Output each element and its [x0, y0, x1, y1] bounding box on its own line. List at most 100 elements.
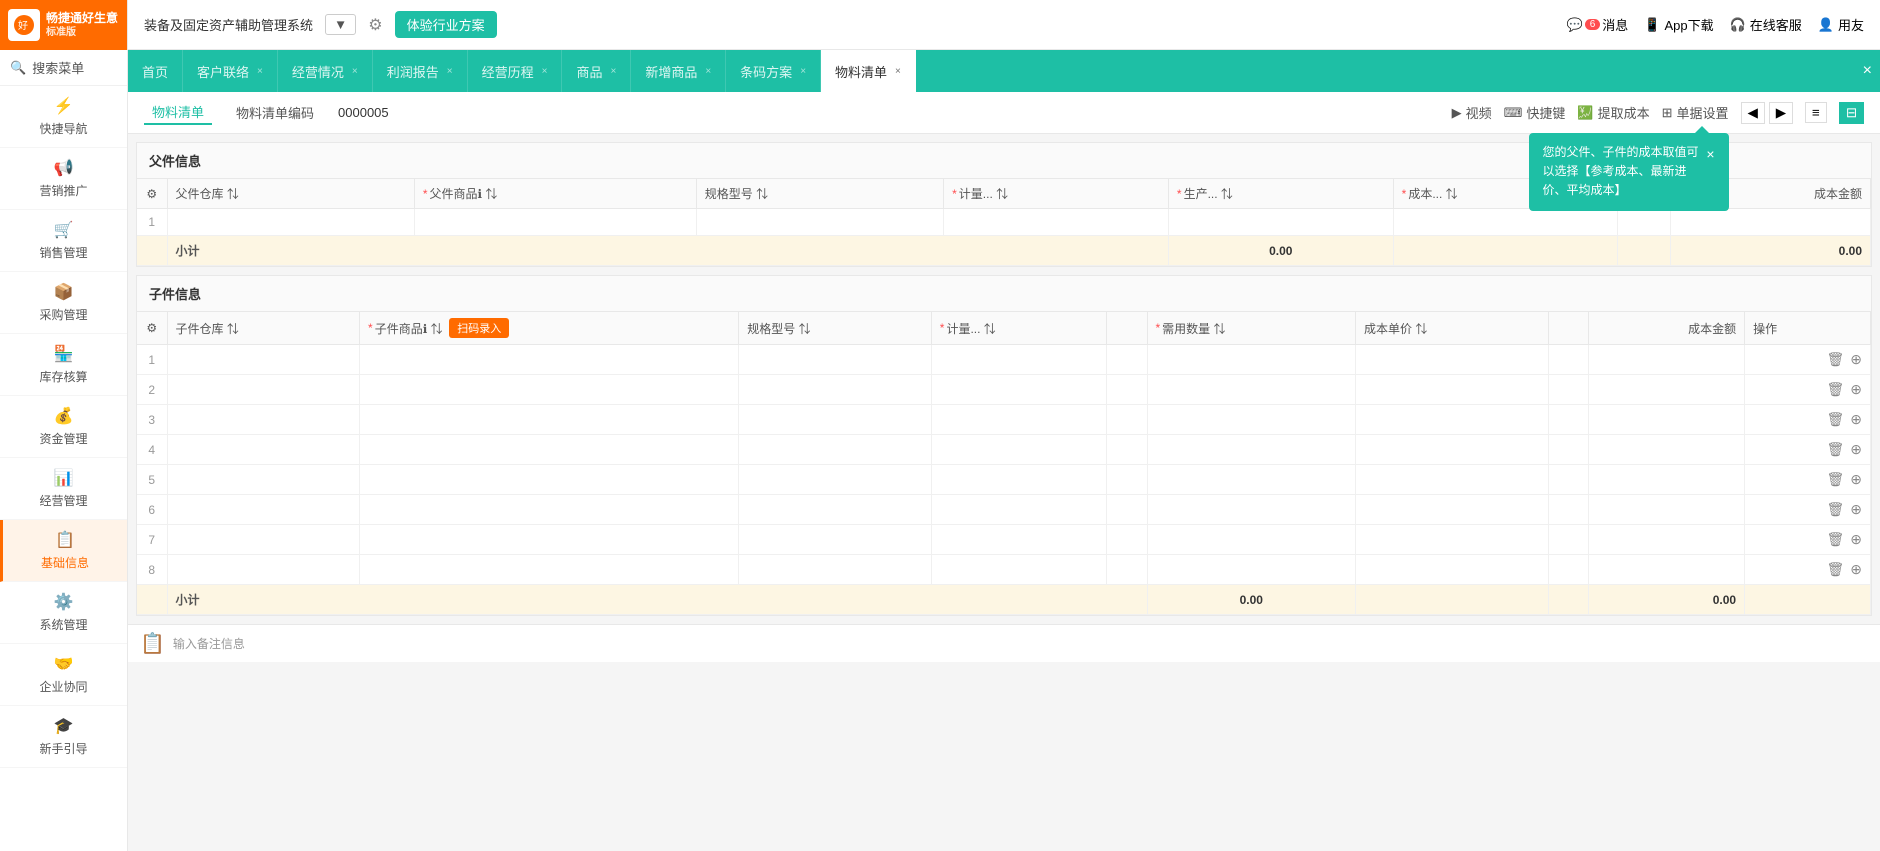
- sidebar-item-marketing[interactable]: 📢 营销推广: [0, 148, 127, 210]
- prev-btn[interactable]: ◀: [1741, 102, 1765, 124]
- copy-row-3-btn[interactable]: ⊕: [1850, 411, 1862, 428]
- child-row-8-unit[interactable]: [931, 555, 1106, 585]
- next-btn[interactable]: ▶: [1769, 102, 1793, 124]
- subheader-tab2[interactable]: 物料清单编码: [228, 101, 322, 124]
- sidebar-item-collab[interactable]: 🤝 企业协同: [0, 644, 127, 706]
- child-row-3-warehouse[interactable]: [167, 405, 360, 435]
- message-btn[interactable]: 💬 6 消息: [1567, 15, 1629, 34]
- child-row-4-spec[interactable]: [739, 435, 932, 465]
- child-row-4-qty[interactable]: [1147, 435, 1356, 465]
- sidebar-item-basicinfo[interactable]: 📋 基础信息: [0, 520, 127, 582]
- sidebar-item-stock[interactable]: 🏪 库存核算: [0, 334, 127, 396]
- user-menu-btn[interactable]: 👤 用友: [1818, 15, 1864, 34]
- child-row-6-qty[interactable]: [1147, 495, 1356, 525]
- child-row-6-unit-cost[interactable]: [1356, 495, 1549, 525]
- delete-row-6-btn[interactable]: 🗑: [1826, 501, 1844, 518]
- child-row-7-warehouse[interactable]: [167, 525, 360, 555]
- tab-operations[interactable]: 经营情况 ×: [278, 50, 373, 92]
- child-row-1-warehouse[interactable]: [167, 345, 360, 375]
- child-row-7-product[interactable]: [360, 525, 739, 555]
- tab-goods[interactable]: 商品 ×: [562, 50, 631, 92]
- sidebar-search[interactable]: 🔍 搜索菜单: [0, 50, 127, 86]
- child-row-8-qty[interactable]: [1147, 555, 1356, 585]
- child-row-8-warehouse[interactable]: [167, 555, 360, 585]
- shortcut-btn[interactable]: ⌨ 快捷键: [1504, 103, 1566, 122]
- sidebar-item-system[interactable]: ⚙️ 系统管理: [0, 582, 127, 644]
- tab-profit-close[interactable]: ×: [447, 66, 453, 77]
- child-row-5-unit[interactable]: [931, 465, 1106, 495]
- sidebar-item-purchase[interactable]: 📦 采购管理: [0, 272, 127, 334]
- app-download-btn[interactable]: 📱 App下载: [1644, 15, 1713, 34]
- child-row-4-product[interactable]: [360, 435, 739, 465]
- delete-row-7-btn[interactable]: 🗑: [1826, 531, 1844, 548]
- tab-operations-close[interactable]: ×: [352, 66, 358, 77]
- tabs-more-btn[interactable]: ×: [1855, 62, 1880, 80]
- copy-row-1-btn[interactable]: ⊕: [1850, 351, 1862, 368]
- child-row-1-unit-cost[interactable]: [1356, 345, 1549, 375]
- child-row-2-product[interactable]: [360, 375, 739, 405]
- sort-child-qty[interactable]: *需用数量 ⇅: [1156, 320, 1226, 337]
- delete-row-5-btn[interactable]: 🗑: [1826, 471, 1844, 488]
- dropdown-btn[interactable]: ▼: [325, 14, 356, 35]
- subheader-tab1[interactable]: 物料清单: [144, 100, 212, 125]
- sidebar-item-operations[interactable]: 📊 经营管理: [0, 458, 127, 520]
- delete-row-3-btn[interactable]: 🗑: [1826, 411, 1844, 428]
- sort-cost[interactable]: *成本... ⇅: [1402, 185, 1458, 202]
- child-th-settings[interactable]: ⚙: [137, 312, 167, 345]
- child-row-7-unit-cost[interactable]: [1356, 525, 1549, 555]
- parent-row-1-warehouse[interactable]: [167, 209, 414, 236]
- tab-barcode-close[interactable]: ×: [800, 66, 806, 77]
- scan-input-btn[interactable]: 扫码录入: [449, 318, 509, 338]
- delete-row-4-btn[interactable]: 🗑: [1826, 441, 1844, 458]
- child-row-6-warehouse[interactable]: [167, 495, 360, 525]
- sort-child-warehouse[interactable]: 子件仓库 ⇅: [176, 320, 239, 337]
- child-row-6-unit[interactable]: [931, 495, 1106, 525]
- tabs-close-all-icon[interactable]: ×: [1863, 62, 1872, 79]
- tab-history-close[interactable]: ×: [542, 66, 548, 77]
- delete-row-1-btn[interactable]: 🗑: [1826, 351, 1844, 368]
- tab-customer-close[interactable]: ×: [257, 66, 263, 77]
- child-row-5-product[interactable]: [360, 465, 739, 495]
- child-row-3-unit-cost[interactable]: [1356, 405, 1549, 435]
- delete-row-8-btn[interactable]: 🗑: [1826, 561, 1844, 578]
- child-row-2-qty[interactable]: [1147, 375, 1356, 405]
- sidebar-item-quicknav[interactable]: ⚡ 快捷导航: [0, 86, 127, 148]
- sort-child-spec[interactable]: 规格型号 ⇅: [747, 320, 810, 337]
- sidebar-item-guide[interactable]: 🎓 新手引导: [0, 706, 127, 768]
- parent-row-1-spec[interactable]: [696, 209, 943, 236]
- tab-bom[interactable]: 物料清单 ×: [821, 50, 916, 92]
- parent-row-1-production[interactable]: [1168, 209, 1393, 236]
- parent-row-1-unit[interactable]: [944, 209, 1169, 236]
- th-settings[interactable]: ⚙: [137, 179, 167, 209]
- tab-customer[interactable]: 客户联络 ×: [183, 50, 278, 92]
- child-row-6-spec[interactable]: [739, 495, 932, 525]
- child-row-3-unit[interactable]: [931, 405, 1106, 435]
- child-row-4-unit[interactable]: [931, 435, 1106, 465]
- copy-row-7-btn[interactable]: ⊕: [1850, 531, 1862, 548]
- copy-row-5-btn[interactable]: ⊕: [1850, 471, 1862, 488]
- parent-row-1-product[interactable]: [414, 209, 696, 236]
- child-row-2-unit[interactable]: [931, 375, 1106, 405]
- child-row-4-unit-cost[interactable]: [1356, 435, 1549, 465]
- trial-btn[interactable]: 体验行业方案: [395, 11, 497, 38]
- grid-view-btn[interactable]: ⊟: [1839, 102, 1864, 124]
- notes-text[interactable]: 输入备注信息: [173, 635, 245, 652]
- sort-child-unit[interactable]: *计量... ⇅: [940, 320, 996, 337]
- tab-add-goods-close[interactable]: ×: [705, 66, 711, 77]
- copy-row-6-btn[interactable]: ⊕: [1850, 501, 1862, 518]
- child-row-2-warehouse[interactable]: [167, 375, 360, 405]
- sort-child-unit-cost[interactable]: 成本单价 ⇅: [1364, 320, 1427, 337]
- child-row-5-unit-cost[interactable]: [1356, 465, 1549, 495]
- child-row-3-qty[interactable]: [1147, 405, 1356, 435]
- tab-home[interactable]: 首页: [128, 50, 183, 92]
- child-row-8-unit-cost[interactable]: [1356, 555, 1549, 585]
- sort-parent-warehouse[interactable]: 父件仓库 ⇅: [176, 185, 239, 202]
- child-row-4-warehouse[interactable]: [167, 435, 360, 465]
- sort-parent-product[interactable]: *父件商品ℹ ⇅: [423, 185, 498, 202]
- sort-child-product[interactable]: *子件商品ℹ ⇅: [368, 320, 443, 337]
- tooltip-close-btn[interactable]: ×: [1706, 143, 1714, 165]
- child-row-1-qty[interactable]: [1147, 345, 1356, 375]
- tab-bom-close[interactable]: ×: [895, 66, 901, 77]
- tab-barcode[interactable]: 条码方案 ×: [726, 50, 821, 92]
- parent-row-1-cost[interactable]: [1393, 209, 1618, 236]
